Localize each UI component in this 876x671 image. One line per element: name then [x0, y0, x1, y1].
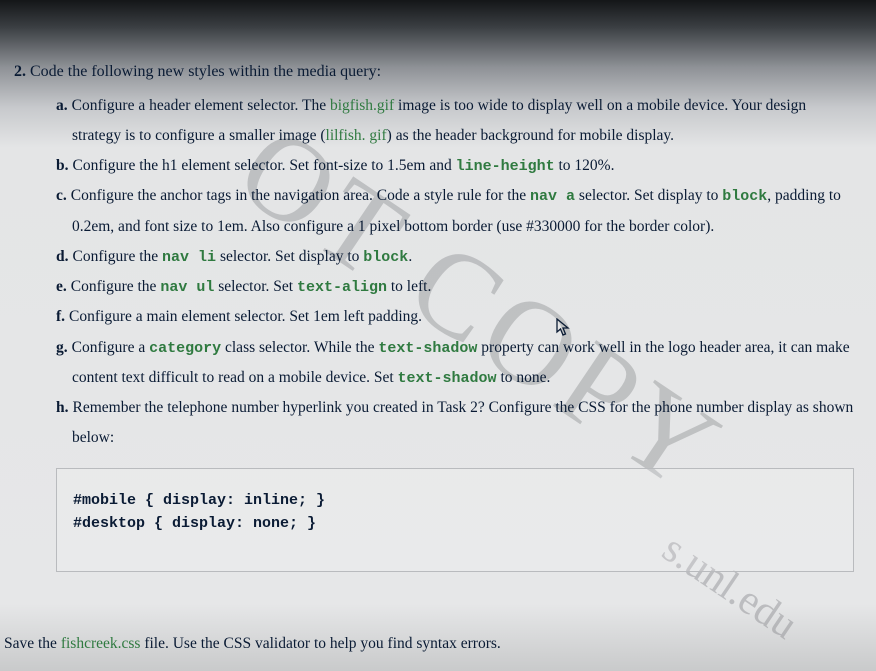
item-marker: f. — [56, 308, 65, 325]
item-marker: d. — [56, 248, 69, 265]
question-intro: 2.Code the following new styles within t… — [10, 60, 854, 85]
code-block-wrap: #mobile { display: inline; } #desktop { … — [56, 468, 854, 573]
keyword: nav ul — [160, 279, 214, 296]
code-block: #mobile { display: inline; } #desktop { … — [56, 468, 854, 573]
item-marker: h. — [56, 399, 69, 416]
text: selector. Set display to — [575, 187, 722, 204]
item-b: b.Configure the h1 element selector. Set… — [72, 151, 854, 181]
text: Configure the — [71, 278, 161, 295]
text: to left. — [387, 278, 431, 295]
item-marker: c. — [56, 187, 67, 204]
filename: fishcreek.css — [61, 635, 141, 652]
keyword: nav a — [530, 188, 575, 205]
filename: bigfish.gif — [330, 97, 394, 114]
keyword: text-shadow — [398, 370, 497, 387]
keyword: text-shadow — [378, 340, 477, 357]
item-c: c.Configure the anchor tags in the navig… — [72, 181, 854, 241]
text: Configure the h1 element selector. Set f… — [73, 157, 456, 174]
text: file. Use the CSS validator to help you … — [140, 635, 500, 652]
item-marker: b. — [56, 157, 69, 174]
text: selector. Set — [214, 278, 297, 295]
code-content: #mobile { display: inline; } #desktop { … — [73, 489, 837, 536]
text: Configure the anchor tags in the navigat… — [71, 187, 530, 204]
text: Configure a main element selector. Set 1… — [69, 308, 422, 325]
page-content: 2.Code the following new styles within t… — [0, 60, 876, 594]
text: Configure the — [73, 248, 163, 265]
item-marker: a. — [56, 97, 68, 114]
keyword: nav li — [162, 249, 216, 266]
text: to 120%. — [555, 157, 615, 174]
item-g: g.Configure a category class selector. W… — [72, 333, 854, 394]
item-e: e.Configure the nav ul selector. Set tex… — [72, 272, 854, 302]
filename: lilfish. gif — [326, 127, 387, 144]
keyword: block — [363, 249, 408, 266]
sub-items-list: a.Configure a header element selector. T… — [10, 91, 854, 454]
text: to none. — [497, 369, 551, 386]
item-d: d.Configure the nav li selector. Set dis… — [72, 242, 854, 272]
text: class selector. While the — [221, 339, 378, 356]
text: Configure a header element selector. The — [72, 97, 330, 114]
text: Save the — [4, 635, 61, 652]
item-a: a.Configure a header element selector. T… — [72, 91, 854, 151]
keyword: category — [149, 340, 221, 357]
footer-text: Save the fishcreek.css file. Use the CSS… — [0, 635, 511, 653]
text: Remember the telephone number hyperlink … — [72, 399, 853, 446]
keyword: text-align — [297, 279, 387, 296]
text: ) as the header background for mobile di… — [387, 127, 674, 144]
text: Configure a — [72, 339, 149, 356]
text: . — [408, 248, 412, 265]
question-number: 2. — [14, 60, 26, 85]
keyword: block — [722, 188, 767, 205]
item-marker: e. — [56, 278, 67, 295]
keyword: line-height — [456, 158, 555, 175]
text: selector. Set display to — [216, 248, 363, 265]
question-prompt: Code the following new styles within the… — [30, 63, 381, 80]
item-h: h.Remember the telephone number hyperlin… — [72, 393, 854, 453]
item-marker: g. — [56, 339, 68, 356]
item-f: f.Configure a main element selector. Set… — [72, 302, 854, 332]
